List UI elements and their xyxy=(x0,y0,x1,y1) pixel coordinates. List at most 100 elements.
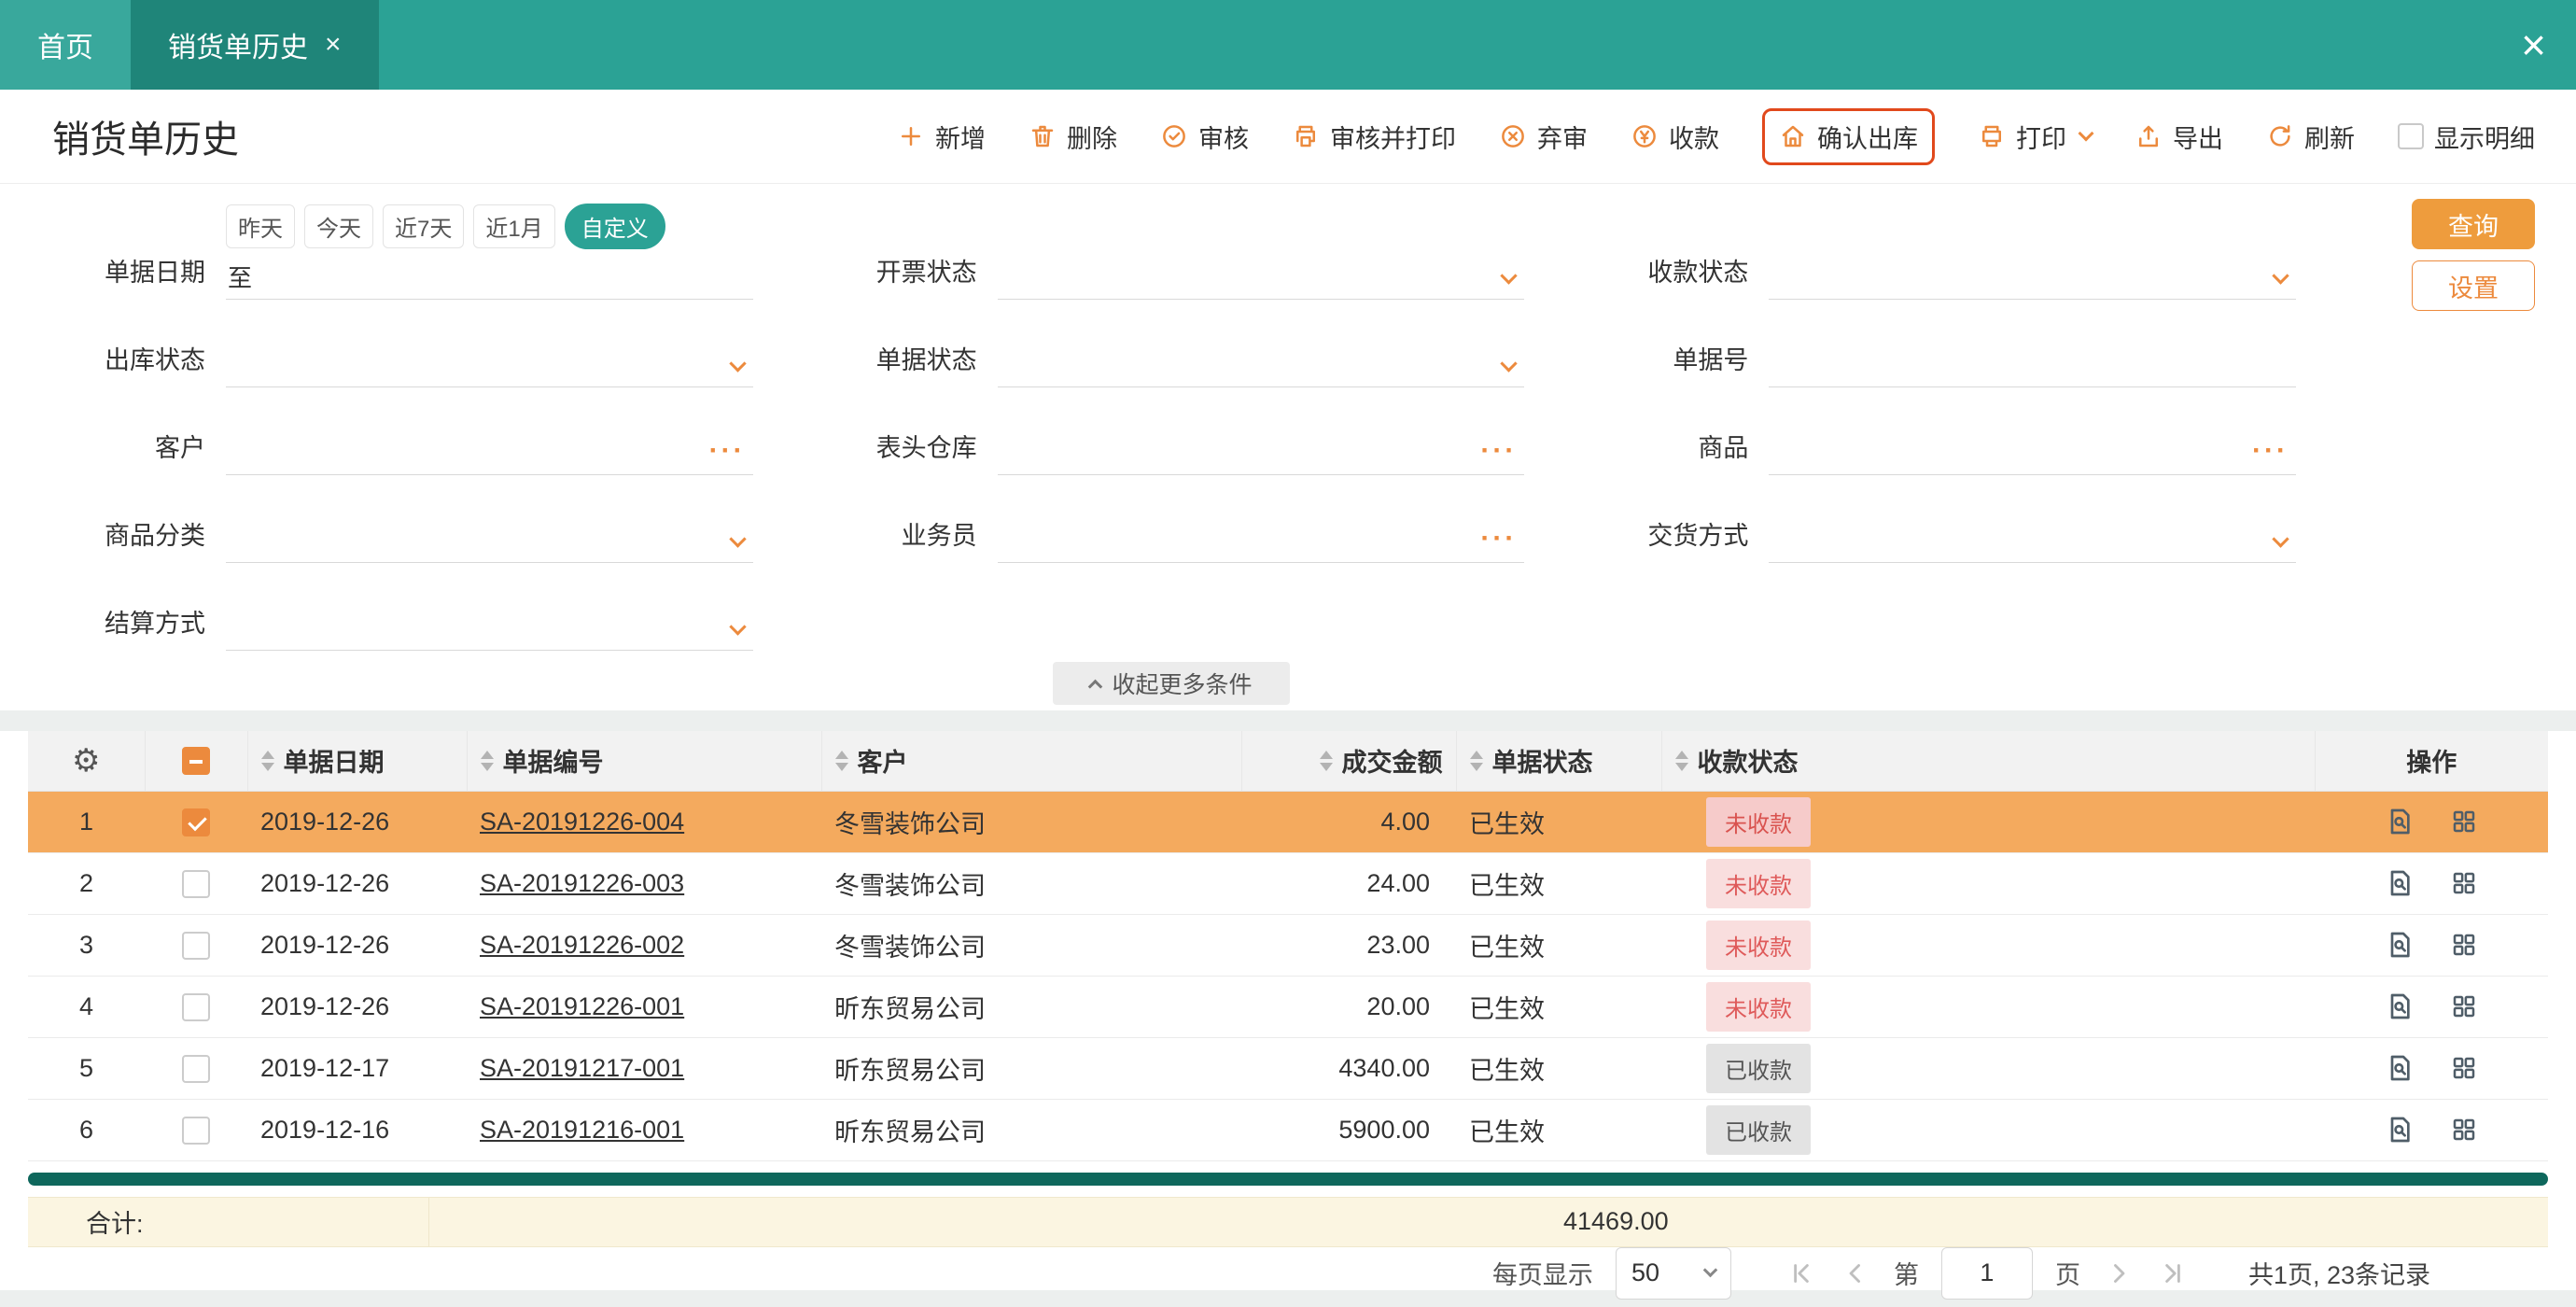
document-number-link[interactable]: SA-20191217-001 xyxy=(480,1054,684,1082)
sort-icon[interactable] xyxy=(834,750,848,771)
ellipsis-picker-icon[interactable]: ··· xyxy=(1480,435,1517,467)
toolbar-button-export[interactable]: 导出 xyxy=(2135,119,2223,155)
next-page-icon[interactable] xyxy=(2103,1258,2135,1289)
filter-input[interactable] xyxy=(1769,337,2296,387)
cell-date: 2019-12-26 xyxy=(247,852,467,915)
filter-input[interactable]: ··· xyxy=(1769,425,2296,475)
tab-close-icon[interactable]: × xyxy=(325,29,342,61)
cell-status: 已生效 xyxy=(1456,1037,1661,1100)
close-all-tabs-icon[interactable]: × xyxy=(2491,0,2576,90)
sort-icon[interactable] xyxy=(260,750,274,771)
more-actions-grid-icon[interactable] xyxy=(2450,1054,2478,1082)
more-actions-grid-icon[interactable] xyxy=(2450,1116,2478,1144)
view-detail-icon[interactable] xyxy=(2385,930,2415,960)
settings-button[interactable]: 设置 xyxy=(2412,260,2535,311)
table-row[interactable]: 4 2019-12-26 SA-20191226-001 昕东贸易公司 20.00 已生效… xyxy=(28,976,2548,1038)
page-number-input[interactable] xyxy=(1940,1246,2033,1300)
filter-input[interactable] xyxy=(226,600,753,651)
payment-status-badge: 未收款 xyxy=(1706,920,1811,970)
row-checkbox[interactable] xyxy=(182,1116,210,1145)
payment-status-badge: 未收款 xyxy=(1706,981,1811,1032)
cell-customer: 昕东贸易公司 xyxy=(821,976,1241,1038)
more-actions-grid-icon[interactable] xyxy=(2450,992,2478,1020)
toolbar-button-abandon[interactable]: 弃审 xyxy=(1499,119,1588,155)
sort-icon[interactable] xyxy=(1469,750,1483,771)
filter-input[interactable]: ··· xyxy=(997,425,1525,475)
toolbar-button-confirmOut[interactable]: 确认出库 xyxy=(1762,107,1935,165)
prev-page-icon[interactable] xyxy=(1840,1258,1871,1289)
more-actions-grid-icon[interactable] xyxy=(2450,808,2478,836)
toolbar-button-auditPrint[interactable]: 审核并打印 xyxy=(1292,119,1456,155)
toolbar-button-plus[interactable]: 新增 xyxy=(897,119,986,155)
row-checkbox[interactable] xyxy=(182,1054,210,1083)
collapse-conditions-button[interactable]: 收起更多条件 xyxy=(1053,662,1290,705)
more-actions-grid-icon[interactable] xyxy=(2450,931,2478,959)
table-row[interactable]: 5 2019-12-17 SA-20191217-001 昕东贸易公司 4340.00 已… xyxy=(28,1037,2548,1100)
document-number-link[interactable]: SA-20191226-001 xyxy=(480,992,684,1020)
filter-input[interactable] xyxy=(226,513,753,563)
tab-sales-history[interactable]: 销货单历史 × xyxy=(131,0,379,90)
per-page-select[interactable]: 50 xyxy=(1615,1246,1731,1300)
toolbar-button-collect[interactable]: 收款 xyxy=(1631,119,1719,155)
document-number-link[interactable]: SA-20191216-001 xyxy=(480,1116,684,1144)
toolbar-button-print[interactable]: 打印 xyxy=(1978,119,2094,155)
date-quick-buttons: 昨天 今天 近7天 近1月 自定义 xyxy=(226,204,753,249)
select-all-checkbox[interactable] xyxy=(182,746,210,775)
table-row[interactable]: 6 2019-12-16 SA-20191216-001 昕东贸易公司 5900.00 已… xyxy=(28,1099,2548,1161)
date-quick-button[interactable]: 今天 xyxy=(304,204,373,248)
show-detail-checkbox[interactable] xyxy=(2398,123,2424,149)
column-header: 收款状态 xyxy=(1697,749,1799,778)
table-row[interactable]: 2 2019-12-26 SA-20191226-003 冬雪装饰公司 24.00 已生效… xyxy=(28,852,2548,915)
document-number-link[interactable]: SA-20191226-003 xyxy=(480,869,684,897)
filter-input[interactable]: ··· xyxy=(226,425,753,475)
filter-input[interactable] xyxy=(226,337,753,387)
filter-input[interactable] xyxy=(997,249,1525,300)
row-checkbox[interactable] xyxy=(182,808,210,836)
view-detail-icon[interactable] xyxy=(2385,1053,2415,1083)
toolbar-button-refresh[interactable]: 刷新 xyxy=(2266,119,2355,155)
filter-input[interactable] xyxy=(1769,513,2296,563)
more-actions-grid-icon[interactable] xyxy=(2450,869,2478,897)
table-row[interactable]: 1 2019-12-26 SA-20191226-004 冬雪装饰公司 4.00 已生效未… xyxy=(28,791,2548,853)
row-index: 6 xyxy=(28,1099,145,1161)
row-checkbox[interactable] xyxy=(182,869,210,898)
toolbar-label: 审核并打印 xyxy=(1330,124,1456,153)
query-button[interactable]: 查询 xyxy=(2412,199,2535,249)
sort-icon[interactable] xyxy=(1319,750,1333,771)
view-detail-icon[interactable] xyxy=(2385,1115,2415,1145)
first-page-icon[interactable] xyxy=(1785,1258,1817,1289)
toolbar-button-show-detail[interactable]: 显示明细 xyxy=(2398,119,2535,155)
horizontal-scrollbar[interactable] xyxy=(28,1172,2548,1186)
table-settings-gear-icon[interactable]: ⚙ xyxy=(72,745,100,777)
tab-home[interactable]: 首页 xyxy=(0,0,131,90)
row-index: 2 xyxy=(28,852,145,915)
view-detail-icon[interactable] xyxy=(2385,807,2415,836)
row-checkbox[interactable] xyxy=(182,931,210,960)
last-page-icon[interactable] xyxy=(2157,1258,2189,1289)
date-quick-button[interactable]: 昨天 xyxy=(226,204,295,248)
ellipsis-picker-icon[interactable]: ··· xyxy=(2252,435,2289,467)
toolbar-button-audit[interactable]: 审核 xyxy=(1160,119,1249,155)
sort-icon[interactable] xyxy=(480,750,494,771)
confirmOut-icon xyxy=(1779,122,1807,150)
row-checkbox[interactable] xyxy=(182,992,210,1021)
view-detail-icon[interactable] xyxy=(2385,991,2415,1021)
ellipsis-picker-icon[interactable]: ··· xyxy=(1480,523,1517,555)
date-custom-button[interactable]: 自定义 xyxy=(564,204,665,249)
date-quick-button[interactable]: 近7天 xyxy=(383,204,465,248)
sort-icon[interactable] xyxy=(1674,750,1688,771)
payment-status-badge: 未收款 xyxy=(1706,858,1811,908)
filter-input[interactable] xyxy=(1769,249,2296,300)
document-number-link[interactable]: SA-20191226-004 xyxy=(480,808,684,836)
toolbar-button-trash[interactable]: 删除 xyxy=(1029,119,1117,155)
filter-input[interactable]: ··· xyxy=(997,513,1525,563)
view-detail-icon[interactable] xyxy=(2385,868,2415,898)
document-number-link[interactable]: SA-20191226-002 xyxy=(480,931,684,959)
date-quick-button[interactable]: 近1月 xyxy=(473,204,555,248)
table-row[interactable]: 3 2019-12-26 SA-20191226-002 冬雪装饰公司 23.00 已生效… xyxy=(28,914,2548,977)
per-page-label: 每页显示 xyxy=(1491,1261,1593,1289)
date-range-input[interactable]: 至 xyxy=(226,255,753,300)
ellipsis-picker-icon[interactable]: ··· xyxy=(709,435,746,467)
filter-input[interactable] xyxy=(997,337,1525,387)
chevron-down-icon xyxy=(1702,1262,1718,1278)
